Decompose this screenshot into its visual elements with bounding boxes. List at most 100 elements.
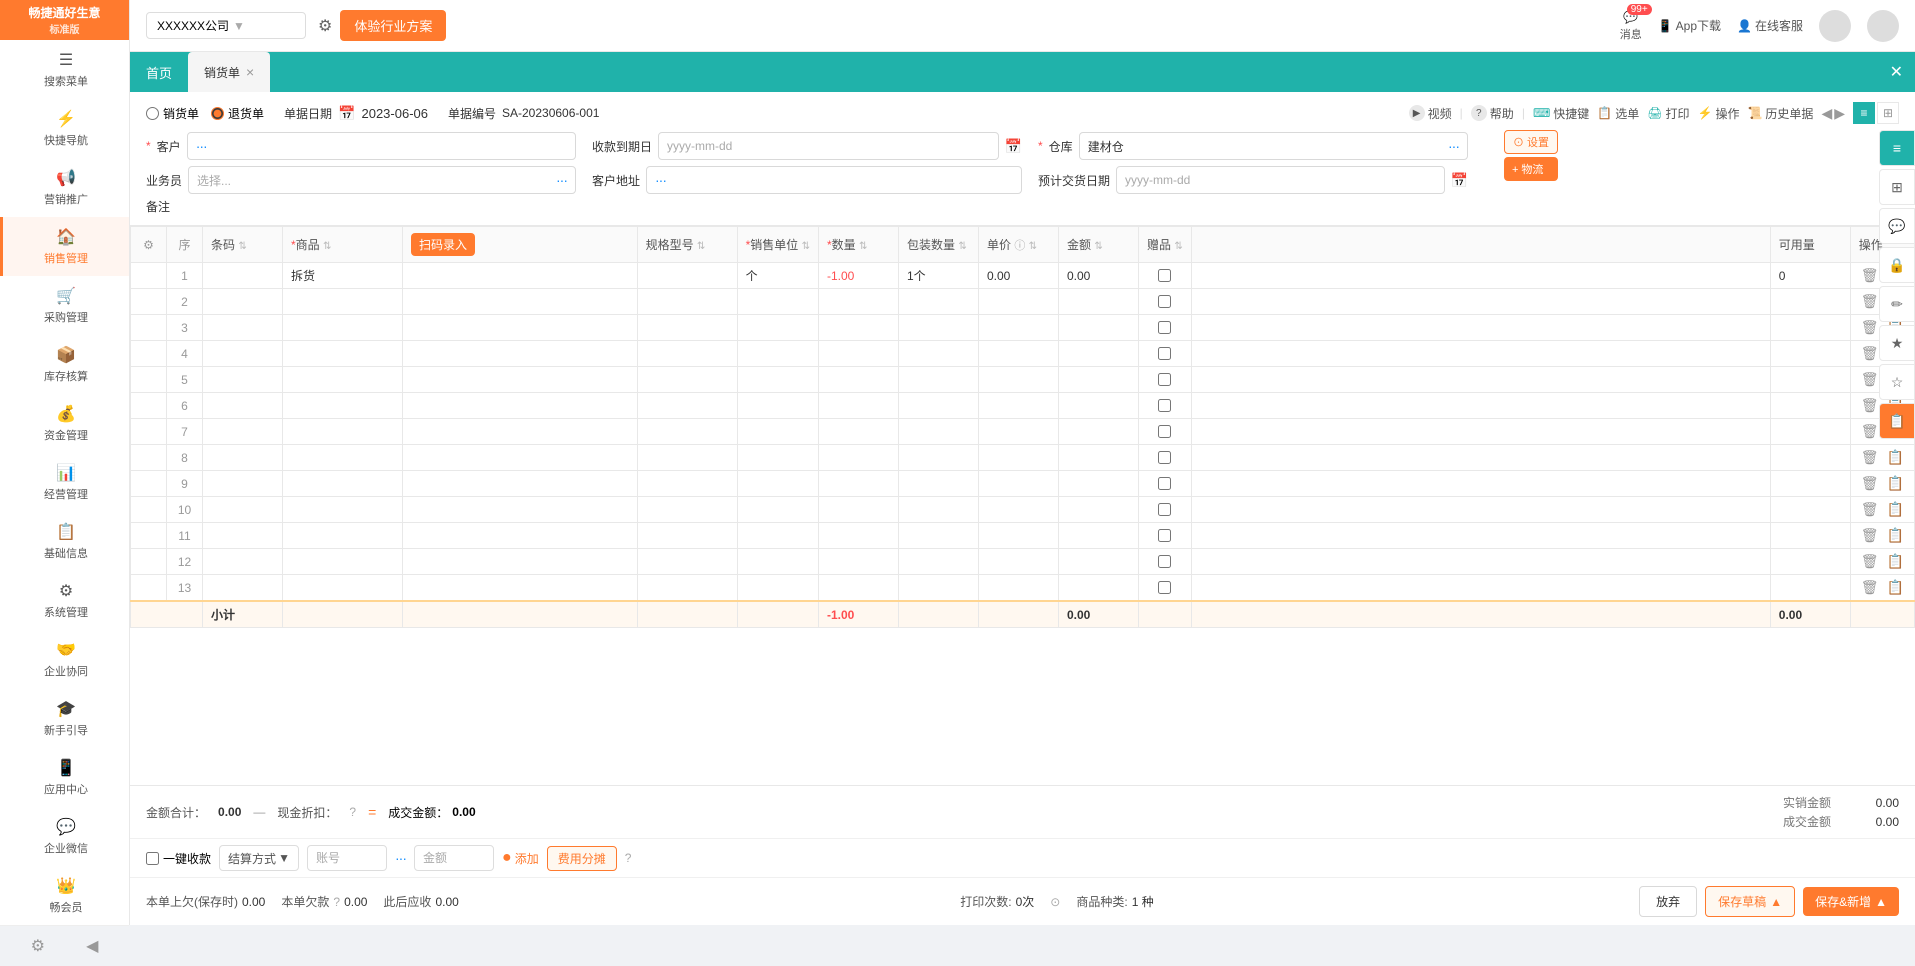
row-gift[interactable] <box>1138 549 1191 575</box>
row-pack[interactable] <box>898 367 978 393</box>
row-qty[interactable] <box>818 393 898 419</box>
row-pack[interactable] <box>898 315 978 341</box>
row-copy-button[interactable]: 📋 <box>1885 579 1906 596</box>
row-product[interactable] <box>283 445 403 471</box>
expected-date-input[interactable]: yyyy-mm-dd <box>1116 166 1445 194</box>
row-product[interactable] <box>283 419 403 445</box>
list-view-icon[interactable]: ≡ <box>1853 102 1875 124</box>
gift-checkbox[interactable] <box>1158 529 1171 542</box>
row-price[interactable] <box>978 367 1058 393</box>
row-copy-button[interactable]: 📋 <box>1885 475 1906 492</box>
row-delete-button[interactable]: 🗑 <box>1859 527 1881 544</box>
row-amount[interactable]: 0.00 <box>1058 263 1138 289</box>
row-barcode[interactable] <box>203 549 283 575</box>
row-qty[interactable] <box>818 341 898 367</box>
row-barcode[interactable] <box>203 367 283 393</box>
row-qty[interactable] <box>818 575 898 602</box>
row-qty[interactable] <box>818 315 898 341</box>
row-delete-button[interactable]: 🗑 <box>1859 371 1881 388</box>
gift-checkbox[interactable] <box>1158 503 1171 516</box>
account-field[interactable]: 账号 <box>307 845 387 871</box>
row-unit[interactable] <box>737 419 818 445</box>
row-unit[interactable] <box>737 315 818 341</box>
row-delete-button[interactable]: 🗑 <box>1859 579 1881 596</box>
sidebar-item-sales[interactable]: 🏠 销售管理 <box>0 217 129 276</box>
sidebar-item-basic[interactable]: 📋 基础信息 <box>0 512 129 571</box>
row-spec[interactable] <box>637 367 737 393</box>
account-dots[interactable]: ··· <box>395 850 406 866</box>
grid-view-icon[interactable]: ⊞ <box>1877 102 1899 124</box>
onepay-checkbox-label[interactable]: 一键收款 <box>146 850 211 867</box>
row-copy-button[interactable]: 📋 <box>1885 449 1906 466</box>
row-barcode[interactable] <box>203 289 283 315</box>
row-qty[interactable] <box>818 419 898 445</box>
user-avatar2[interactable] <box>1867 10 1899 42</box>
right-panel-lock[interactable]: 🔒 <box>1879 247 1915 283</box>
row-gift[interactable] <box>1138 523 1191 549</box>
draft-button[interactable]: 保存草稿 ▲ <box>1705 886 1795 917</box>
row-copy-button[interactable]: 📋 <box>1885 553 1906 570</box>
user-avatar[interactable] <box>1819 10 1851 42</box>
row-amount[interactable] <box>1058 341 1138 367</box>
sidebar-item-purchase[interactable]: 🛒 采购管理 <box>0 276 129 335</box>
row-pack[interactable] <box>898 471 978 497</box>
row-delete-button[interactable]: 🗑 <box>1859 397 1881 414</box>
row-amount[interactable] <box>1058 289 1138 315</box>
topbar-gear-icon[interactable]: ⚙ <box>318 16 332 36</box>
single-debt-help[interactable]: ? <box>333 895 340 909</box>
row-barcode[interactable] <box>203 575 283 602</box>
th-settings[interactable]: ⚙ <box>131 227 167 263</box>
sidebar-collapse-icon[interactable]: ◀ <box>86 936 98 956</box>
discount-help-icon[interactable]: ? <box>349 805 356 819</box>
row-amount[interactable] <box>1058 393 1138 419</box>
expense-help-icon[interactable]: ? <box>625 851 632 865</box>
right-panel-edit[interactable]: ✏ <box>1879 286 1915 322</box>
row-unit[interactable] <box>737 341 818 367</box>
onepay-checkbox[interactable] <box>146 852 159 865</box>
row-barcode[interactable] <box>203 497 283 523</box>
gift-checkbox[interactable] <box>1158 425 1171 438</box>
row-pack[interactable] <box>898 341 978 367</box>
row-qty[interactable] <box>818 289 898 315</box>
customer-input[interactable]: ··· <box>187 132 576 160</box>
tabbar-close-all-icon[interactable]: ✕ <box>1890 62 1903 82</box>
save-new-dropdown-icon[interactable]: ▲ <box>1875 895 1887 909</box>
row-delete-button[interactable]: 🗑 <box>1859 319 1881 336</box>
row-unit[interactable] <box>737 393 818 419</box>
row-barcode[interactable] <box>203 419 283 445</box>
warehouse-input[interactable]: 建材仓 ··· <box>1079 132 1468 160</box>
row-price[interactable] <box>978 549 1058 575</box>
row-product[interactable] <box>283 471 403 497</box>
row-price[interactable] <box>978 289 1058 315</box>
row-pack[interactable] <box>898 445 978 471</box>
gift-checkbox[interactable] <box>1158 477 1171 490</box>
row-barcode[interactable] <box>203 471 283 497</box>
row-spec[interactable] <box>637 549 737 575</box>
row-price[interactable] <box>978 445 1058 471</box>
row-gift[interactable] <box>1138 419 1191 445</box>
action-select[interactable]: 📋 选单 <box>1597 105 1639 122</box>
row-delete-button[interactable]: 🗑 <box>1859 423 1881 440</box>
draft-dropdown-icon[interactable]: ▲ <box>1770 895 1782 909</box>
row-price[interactable] <box>978 341 1058 367</box>
sidebar-item-system[interactable]: ⚙ 系统管理 <box>0 571 129 630</box>
prev-icon[interactable]: ◀ <box>1821 105 1832 122</box>
row-price[interactable]: 0.00 <box>978 263 1058 289</box>
row-unit[interactable] <box>737 575 818 602</box>
row-amount[interactable] <box>1058 497 1138 523</box>
receive-date-input[interactable]: yyyy-mm-dd <box>658 132 999 160</box>
row-amount[interactable] <box>1058 419 1138 445</box>
gift-checkbox[interactable] <box>1158 555 1171 568</box>
row-amount[interactable] <box>1058 471 1138 497</box>
row-delete-button[interactable]: 🗑 <box>1859 449 1881 466</box>
logistics-button[interactable]: + 物流 <box>1504 157 1558 181</box>
row-gift[interactable] <box>1138 315 1191 341</box>
row-qty[interactable] <box>818 523 898 549</box>
row-amount[interactable] <box>1058 445 1138 471</box>
row-spec[interactable] <box>637 575 737 602</box>
row-amount[interactable] <box>1058 549 1138 575</box>
right-panel-star2[interactable]: ☆ <box>1879 364 1915 400</box>
row-unit[interactable] <box>737 497 818 523</box>
row-delete-button[interactable]: 🗑 <box>1859 267 1881 284</box>
gift-checkbox[interactable] <box>1158 347 1171 360</box>
